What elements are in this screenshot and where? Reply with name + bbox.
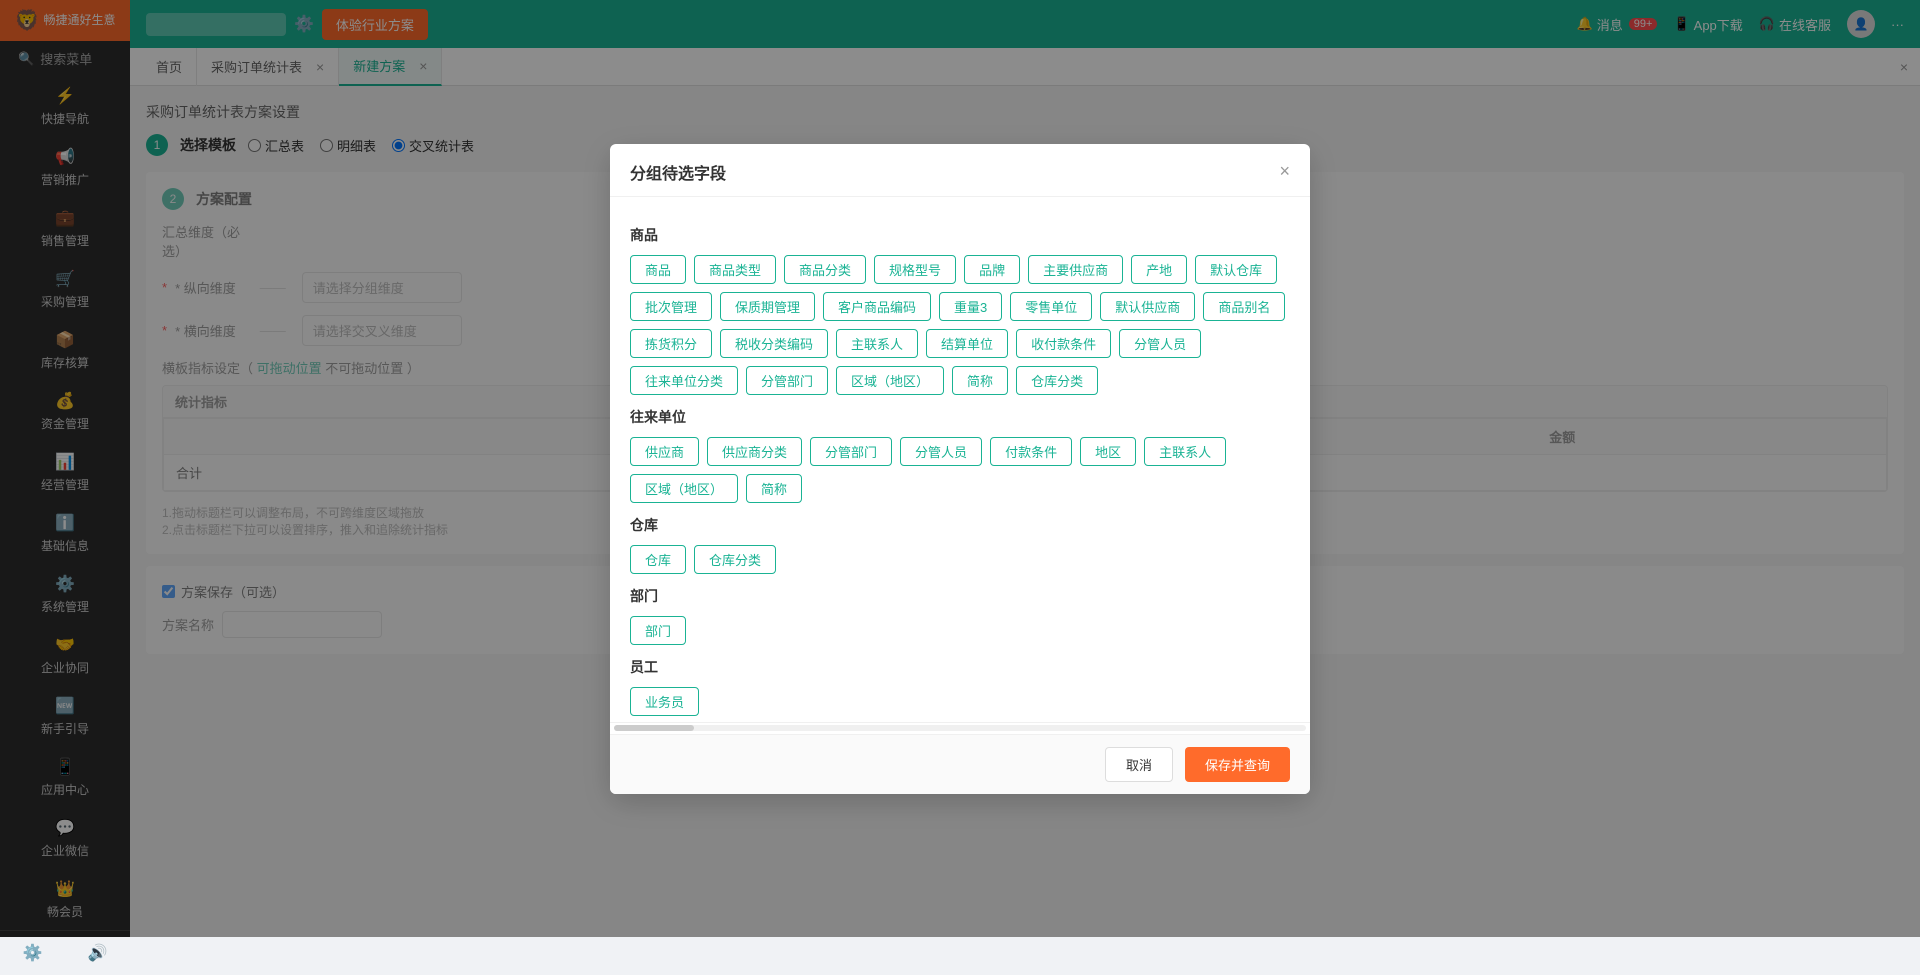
field-tag-goods-0[interactable]: 商品	[630, 255, 686, 284]
section-title-employee: 员工	[630, 657, 1290, 677]
field-tag-goods-19[interactable]: 收付款条件	[1016, 329, 1111, 358]
field-tag-partners-7[interactable]: 区域（地区）	[630, 474, 738, 503]
field-tag-goods-8[interactable]: 批次管理	[630, 292, 712, 321]
field-tag-partners-4[interactable]: 付款条件	[990, 437, 1072, 466]
field-tag-goods-13[interactable]: 默认供应商	[1100, 292, 1195, 321]
modal-close-btn[interactable]: ×	[1279, 161, 1290, 182]
field-tag-goods-18[interactable]: 结算单位	[926, 329, 1008, 358]
field-tag-goods-21[interactable]: 往来单位分类	[630, 366, 738, 395]
modal-overlay: 分组待选字段 × 商品商品商品类型商品分类规格型号品牌主要供应商产地默认仓库批次…	[0, 0, 1920, 937]
section-fields-department: 部门	[630, 616, 1290, 645]
field-tag-goods-16[interactable]: 税收分类编码	[720, 329, 828, 358]
hscroll-thumb[interactable]	[614, 725, 694, 731]
field-tag-goods-15[interactable]: 拣货积分	[630, 329, 712, 358]
field-tag-partners-2[interactable]: 分管部门	[810, 437, 892, 466]
field-tag-partners-3[interactable]: 分管人员	[900, 437, 982, 466]
section-title-department: 部门	[630, 586, 1290, 606]
section-title-partners: 往来单位	[630, 407, 1290, 427]
section-fields-warehouse: 仓库仓库分类	[630, 545, 1290, 574]
field-tag-partners-0[interactable]: 供应商	[630, 437, 699, 466]
field-tag-goods-22[interactable]: 分管部门	[746, 366, 828, 395]
section-fields-employee: 业务员	[630, 687, 1290, 716]
section-title-goods: 商品	[630, 225, 1290, 245]
field-tag-department-0[interactable]: 部门	[630, 616, 686, 645]
modal-hscroll	[610, 722, 1310, 733]
field-tag-goods-20[interactable]: 分管人员	[1119, 329, 1201, 358]
audio-icon[interactable]: 🔊	[88, 943, 108, 963]
field-tag-goods-23[interactable]: 区域（地区）	[836, 366, 944, 395]
section-fields-partners: 供应商供应商分类分管部门分管人员付款条件地区主联系人区域（地区） 简称	[630, 437, 1290, 503]
field-tag-goods-9[interactable]: 保质期管理	[720, 292, 815, 321]
field-tag-goods-2[interactable]: 商品分类	[784, 255, 866, 284]
field-tag-goods-24[interactable]: 简称	[952, 366, 1008, 395]
field-tag-goods-17[interactable]: 主联系人	[836, 329, 918, 358]
field-tag-goods-5[interactable]: 主要供应商	[1028, 255, 1123, 284]
field-tag-goods-1[interactable]: 商品类型	[694, 255, 776, 284]
field-tag-partners-6[interactable]: 主联系人	[1144, 437, 1226, 466]
field-tag-goods-11[interactable]: 重量3	[939, 292, 1002, 321]
settings-bottom-icon[interactable]: ⚙️	[23, 943, 43, 963]
field-tag-warehouse-1[interactable]: 仓库分类	[694, 545, 776, 574]
modal-footer: 取消 保存并查询	[610, 734, 1310, 794]
modal-body: 商品商品商品类型商品分类规格型号品牌主要供应商产地默认仓库批次管理保质期管理客户…	[610, 197, 1310, 723]
field-tag-goods-14[interactable]: 商品别名	[1203, 292, 1285, 321]
field-tag-warehouse-0[interactable]: 仓库	[630, 545, 686, 574]
section-title-warehouse: 仓库	[630, 515, 1290, 535]
field-tag-partners-5[interactable]: 地区	[1080, 437, 1136, 466]
field-tag-goods-10[interactable]: 客户商品编码	[823, 292, 931, 321]
field-tag-employee-0[interactable]: 业务员	[630, 687, 699, 716]
field-tag-goods-25[interactable]: 仓库分类	[1016, 366, 1098, 395]
hscroll-track	[614, 725, 1306, 731]
modal-dialog: 分组待选字段 × 商品商品商品类型商品分类规格型号品牌主要供应商产地默认仓库批次…	[610, 144, 1310, 794]
cancel-button[interactable]: 取消	[1105, 747, 1173, 782]
field-tag-partners-1[interactable]: 供应商分类	[707, 437, 802, 466]
modal-title: 分组待选字段	[630, 160, 726, 184]
section-fields-goods: 商品商品类型商品分类规格型号品牌主要供应商产地默认仓库批次管理保质期管理客户商品…	[630, 255, 1290, 395]
field-tag-goods-3[interactable]: 规格型号	[874, 255, 956, 284]
field-tag-goods-6[interactable]: 产地	[1131, 255, 1187, 284]
save-query-button[interactable]: 保存并查询	[1185, 747, 1290, 782]
field-tag-goods-12[interactable]: 零售单位	[1010, 292, 1092, 321]
field-tag-goods-7[interactable]: 默认仓库	[1195, 255, 1277, 284]
modal-header: 分组待选字段 ×	[610, 144, 1310, 197]
field-tag-partners-8[interactable]: 简称	[746, 474, 802, 503]
field-tag-goods-4[interactable]: 品牌	[964, 255, 1020, 284]
